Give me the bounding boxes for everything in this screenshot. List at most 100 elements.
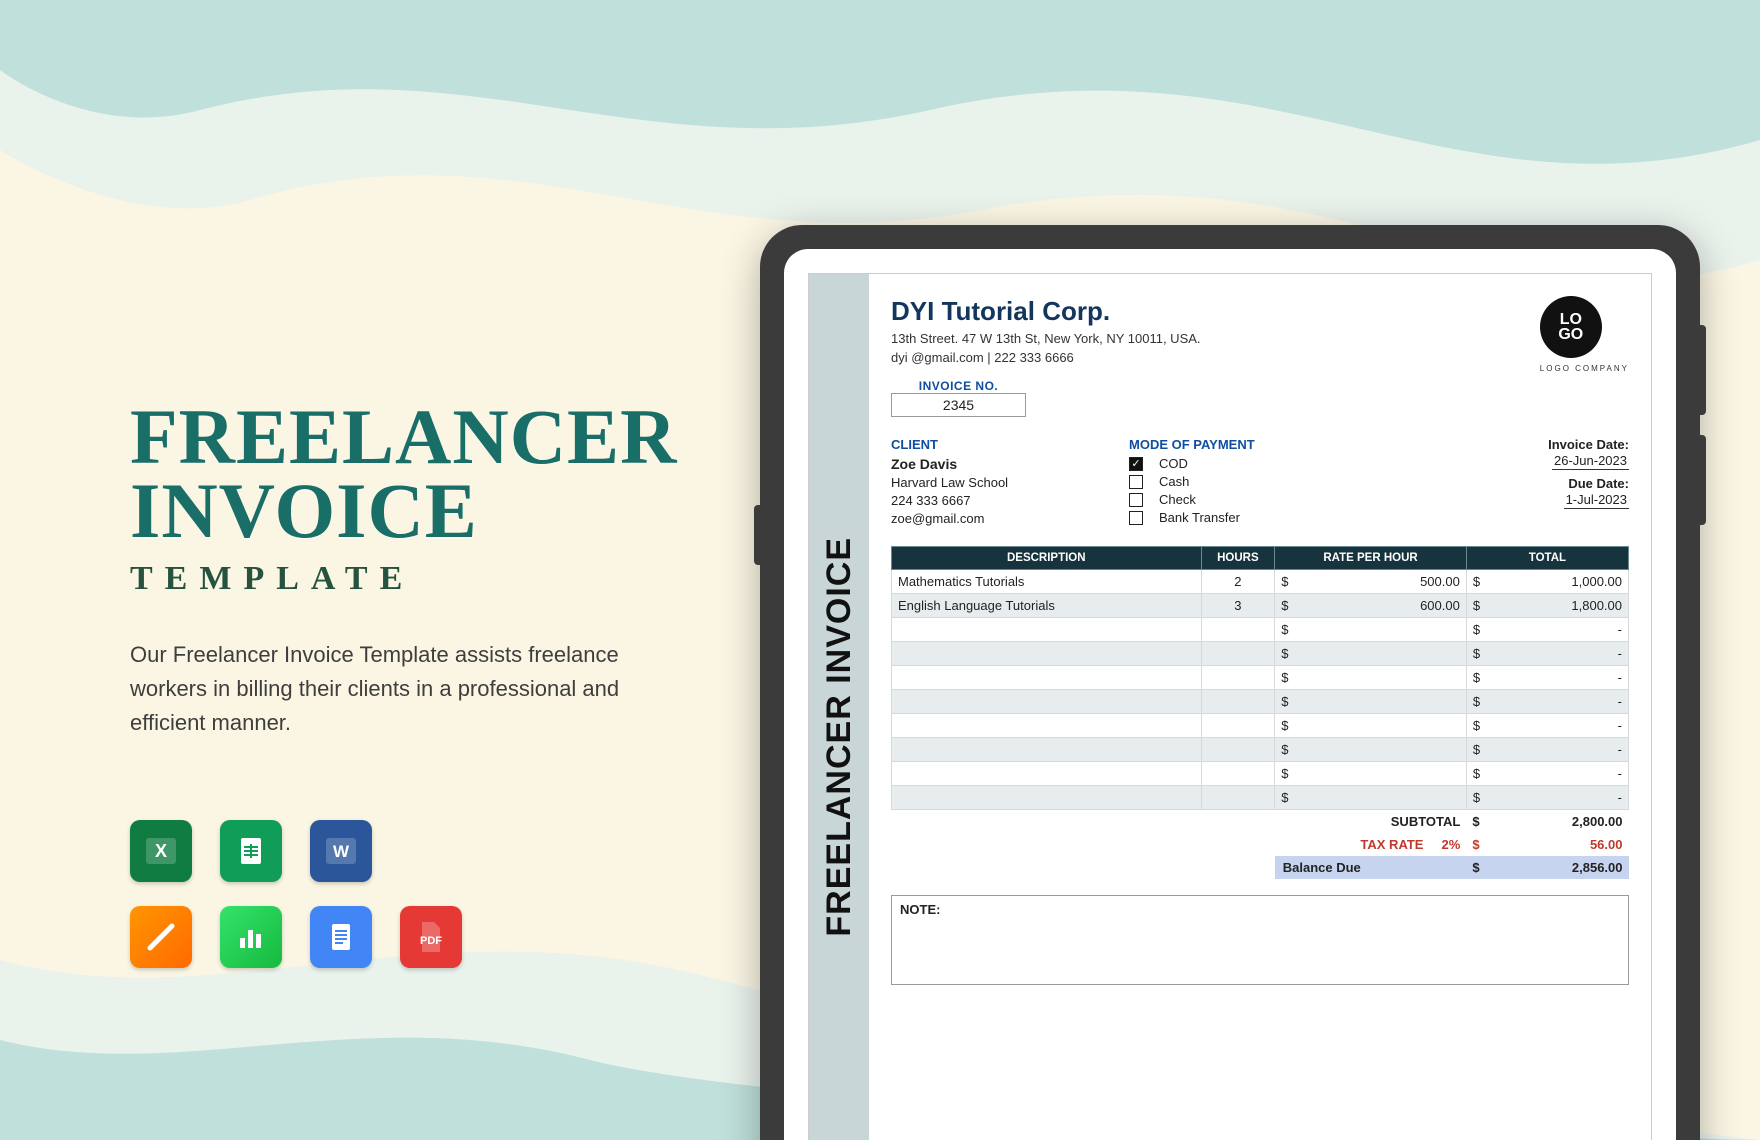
- table-row: $$-: [892, 666, 1629, 690]
- invoice-number-block: INVOICE NO. 2345: [891, 379, 1201, 417]
- invoice-number-value[interactable]: 2345: [891, 393, 1026, 417]
- note-box[interactable]: NOTE:: [891, 895, 1629, 985]
- excel-icon[interactable]: X: [130, 820, 192, 882]
- cell-rate[interactable]: $: [1275, 690, 1467, 714]
- client-org: Harvard Law School: [891, 475, 1121, 490]
- sheets-icon[interactable]: [220, 820, 282, 882]
- hero-description: Our Freelancer Invoice Template assists …: [130, 638, 670, 740]
- table-row: $$-: [892, 738, 1629, 762]
- payment-option-label: Check: [1159, 492, 1196, 507]
- svg-text:W: W: [333, 842, 350, 861]
- tablet-vol-down: [1700, 435, 1706, 525]
- cell-rate[interactable]: $: [1275, 714, 1467, 738]
- pages-icon[interactable]: [130, 906, 192, 968]
- cell-description[interactable]: [892, 690, 1202, 714]
- payment-option[interactable]: Check: [1129, 492, 1471, 507]
- cell-rate[interactable]: $: [1275, 666, 1467, 690]
- checkbox-icon[interactable]: [1129, 475, 1143, 489]
- cell-description[interactable]: Mathematics Tutorials: [892, 570, 1202, 594]
- logo-bot: GO: [1558, 327, 1583, 342]
- payment-option[interactable]: Cash: [1129, 474, 1471, 489]
- cell-rate[interactable]: $: [1275, 738, 1467, 762]
- table-row: $$-: [892, 642, 1629, 666]
- client-email: zoe@gmail.com: [891, 511, 1121, 526]
- client-name: Zoe Davis: [891, 456, 1121, 472]
- numbers-icon[interactable]: [220, 906, 282, 968]
- cell-description[interactable]: [892, 642, 1202, 666]
- client-phone: 224 333 6667: [891, 493, 1121, 508]
- payment-option[interactable]: ✓ COD: [1129, 456, 1471, 471]
- company-name: DYI Tutorial Corp.: [891, 296, 1201, 327]
- payment-option-label: COD: [1159, 456, 1188, 471]
- company-block: DYI Tutorial Corp. 13th Street. 47 W 13t…: [891, 296, 1201, 417]
- side-title-text: FREELANCER INVOICE: [820, 537, 859, 937]
- app-icons-row-1: X W: [130, 820, 690, 882]
- dates-column: Invoice Date: 26-Jun-2023 Due Date: 1-Ju…: [1479, 437, 1629, 528]
- due-date-value: 1-Jul-2023: [1564, 492, 1629, 509]
- checkbox-icon[interactable]: [1129, 511, 1143, 525]
- cell-rate[interactable]: $: [1275, 762, 1467, 786]
- th-description: DESCRIPTION: [892, 547, 1202, 570]
- payment-option[interactable]: Bank Transfer: [1129, 510, 1471, 525]
- cell-total: $1,800.00: [1466, 594, 1628, 618]
- cell-hours[interactable]: 2: [1201, 570, 1275, 594]
- cell-hours[interactable]: [1201, 714, 1275, 738]
- invoice-info-row: CLIENT Zoe Davis Harvard Law School 224 …: [891, 437, 1629, 528]
- cell-rate[interactable]: $: [1275, 618, 1467, 642]
- cell-hours[interactable]: [1201, 618, 1275, 642]
- invoice-header: DYI Tutorial Corp. 13th Street. 47 W 13t…: [891, 296, 1629, 417]
- cell-description[interactable]: [892, 738, 1202, 762]
- stage: FREELANCER INVOICE TEMPLATE Our Freelanc…: [0, 0, 1760, 1140]
- cell-description[interactable]: [892, 762, 1202, 786]
- cell-total: $-: [1466, 762, 1628, 786]
- cell-rate[interactable]: $500.00: [1275, 570, 1467, 594]
- tax-value: $56.00: [1466, 833, 1628, 856]
- checkbox-icon[interactable]: [1129, 493, 1143, 507]
- cell-rate[interactable]: $: [1275, 642, 1467, 666]
- cell-description[interactable]: [892, 618, 1202, 642]
- cell-description[interactable]: [892, 714, 1202, 738]
- svg-text:X: X: [155, 841, 167, 861]
- invoice-date-label: Invoice Date:: [1479, 437, 1629, 452]
- cell-total: $-: [1466, 666, 1628, 690]
- gdocs-icon[interactable]: [310, 906, 372, 968]
- logo-top: LO: [1560, 312, 1582, 327]
- table-row: Mathematics Tutorials2$500.00$1,000.00: [892, 570, 1629, 594]
- invoice-date-value: 26-Jun-2023: [1552, 453, 1629, 470]
- table-row: $$-: [892, 786, 1629, 810]
- logo-block: LO GO LOGO COMPANY: [1540, 296, 1629, 373]
- logo-icon: LO GO: [1540, 296, 1602, 358]
- client-label: CLIENT: [891, 437, 1121, 452]
- checkbox-icon[interactable]: ✓: [1129, 457, 1143, 471]
- cell-description[interactable]: [892, 786, 1202, 810]
- th-rate: RATE PER HOUR: [1275, 547, 1467, 570]
- cell-hours[interactable]: [1201, 642, 1275, 666]
- invoice-side-title: FREELANCER INVOICE: [809, 274, 869, 1140]
- subtotal-label: SUBTOTAL: [1275, 810, 1467, 834]
- cell-total: $-: [1466, 738, 1628, 762]
- cell-rate[interactable]: $: [1275, 786, 1467, 810]
- cell-hours[interactable]: [1201, 666, 1275, 690]
- tablet-screen: FREELANCER INVOICE DYI Tutorial Corp. 13…: [784, 249, 1676, 1140]
- note-label: NOTE:: [900, 902, 940, 917]
- invoice-document: FREELANCER INVOICE DYI Tutorial Corp. 13…: [808, 273, 1652, 1140]
- cell-hours[interactable]: [1201, 762, 1275, 786]
- table-row: $$-: [892, 714, 1629, 738]
- cell-hours[interactable]: [1201, 738, 1275, 762]
- cell-hours[interactable]: [1201, 690, 1275, 714]
- svg-text:PDF: PDF: [420, 935, 442, 947]
- cell-rate[interactable]: $600.00: [1275, 594, 1467, 618]
- company-address: 13th Street. 47 W 13th St, New York, NY …: [891, 331, 1201, 346]
- cell-description[interactable]: English Language Tutorials: [892, 594, 1202, 618]
- hero-left: FREELANCER INVOICE TEMPLATE Our Freelanc…: [130, 400, 690, 968]
- cell-description[interactable]: [892, 666, 1202, 690]
- word-icon[interactable]: W: [310, 820, 372, 882]
- payment-option-label: Bank Transfer: [1159, 510, 1240, 525]
- pdf-icon[interactable]: PDF: [400, 906, 462, 968]
- cell-hours[interactable]: 3: [1201, 594, 1275, 618]
- payment-option-label: Cash: [1159, 474, 1189, 489]
- payment-label: MODE OF PAYMENT: [1129, 437, 1471, 452]
- invoice-number-label: INVOICE NO.: [891, 379, 1026, 393]
- cell-hours[interactable]: [1201, 786, 1275, 810]
- tax-label: TAX RATE 2%: [1275, 833, 1467, 856]
